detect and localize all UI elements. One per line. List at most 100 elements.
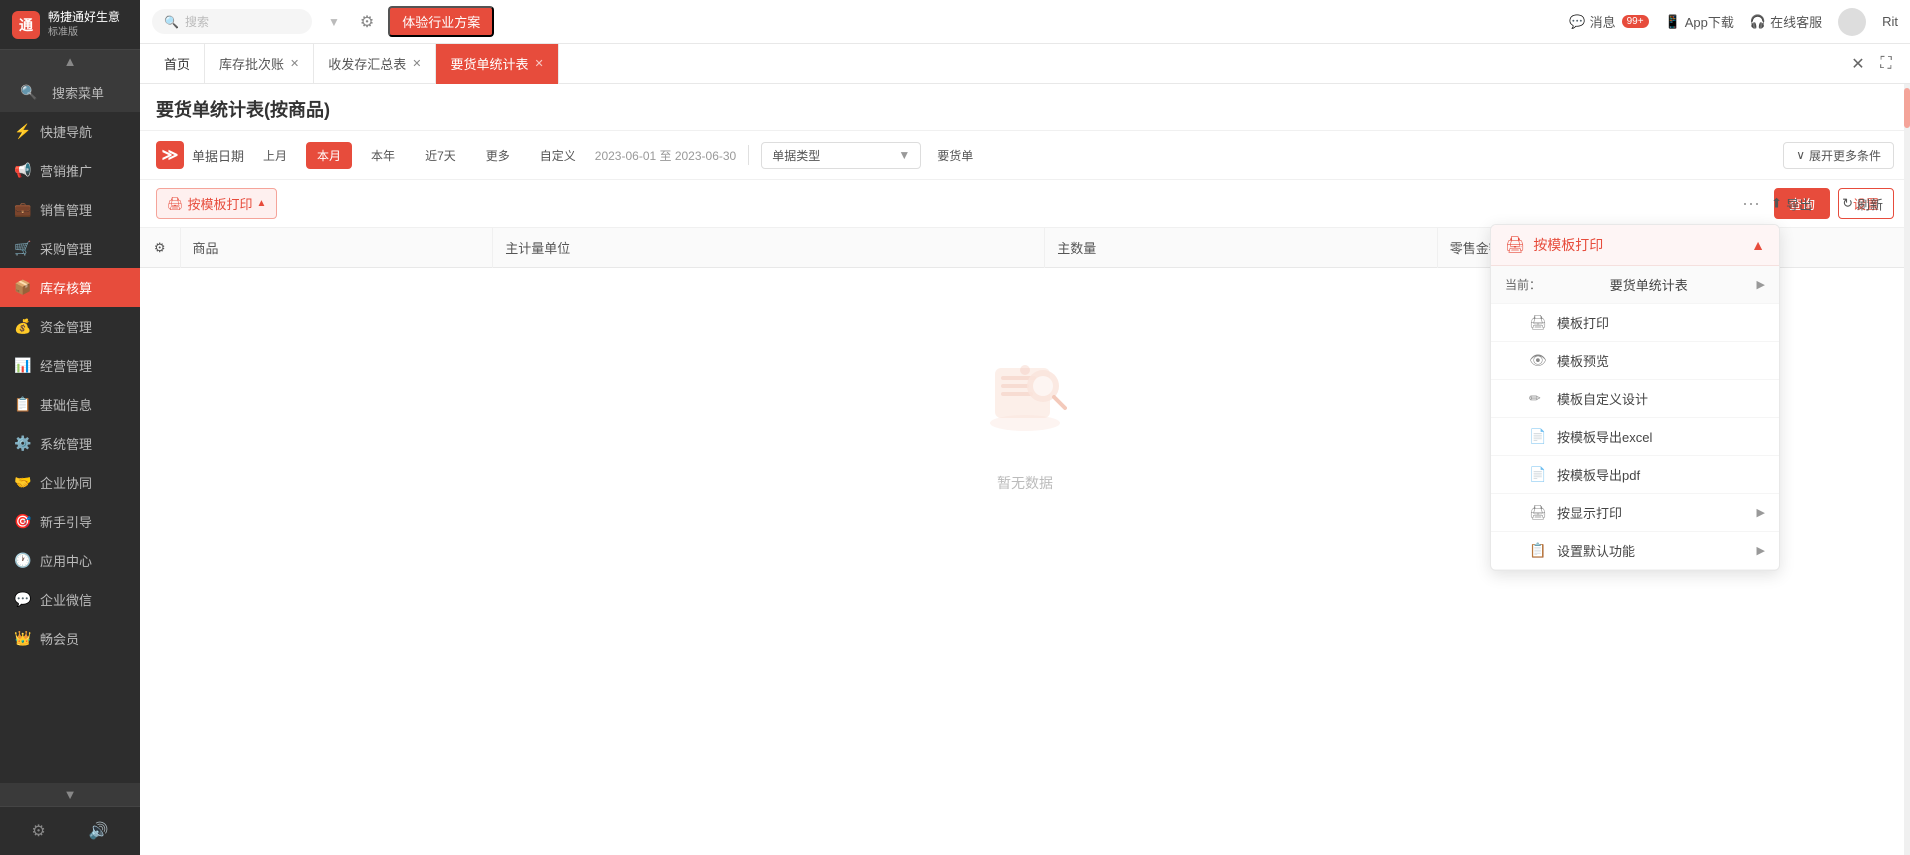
sidebar-settings-icon[interactable]: ⚙ <box>27 817 49 845</box>
sidebar-item-label: 采购管理 <box>40 239 92 258</box>
template-export-excel-item[interactable]: 📄 按模板导出excel <box>1491 418 1779 456</box>
date-prev-month[interactable]: 上月 <box>252 142 298 169</box>
sidebar-item-inventory[interactable]: 📦 库存核算 <box>0 268 140 307</box>
filter-toggle-button[interactable]: ≫ <box>156 141 184 169</box>
template-print-item[interactable]: 🖨 模板打印 <box>1491 304 1779 342</box>
topbar-online-service[interactable]: 🎧 在线客服 <box>1750 12 1822 31</box>
finance-icon: 💰 <box>14 318 32 336</box>
sidebar-item-sales[interactable]: 💼 销售管理 <box>0 190 140 229</box>
print-dropdown-button[interactable]: 🖨 按模板打印 ▲ <box>156 188 277 219</box>
template-export-pdf-icon: 📄 <box>1529 466 1547 483</box>
service-icon: 🎧 <box>1750 14 1766 30</box>
tab-batch-account[interactable]: 库存批次账 ✕ <box>205 44 314 84</box>
display-print-group[interactable]: 🖨 按显示打印 ▶ <box>1491 494 1779 532</box>
export-icon: ⬆ <box>1771 196 1782 212</box>
logo-icon: 通 <box>12 11 40 39</box>
tab-close-all[interactable]: ✕ <box>1844 50 1872 78</box>
sidebar-item-wechat[interactable]: 💬 企业微信 <box>0 580 140 619</box>
table-col-unit: 主计量单位 <box>493 228 1045 268</box>
sidebar-item-system[interactable]: ⚙️ 系统管理 <box>0 424 140 463</box>
tab-expand[interactable]: ⛶ <box>1872 50 1900 78</box>
more-filter-area: 要货单 <box>929 147 981 164</box>
system-icon: ⚙️ <box>14 435 32 453</box>
template-preview-item[interactable]: 👁 模板预览 <box>1491 342 1779 380</box>
avatar[interactable] <box>1838 8 1866 36</box>
tab-batch-account-close[interactable]: ✕ <box>290 57 299 70</box>
default-func-group[interactable]: 📋 设置默认功能 ▶ <box>1491 532 1779 570</box>
sidebar-item-quick-nav[interactable]: ⚡ 快捷导航 <box>0 112 140 151</box>
export-button[interactable]: ⬆ 导出 <box>1760 188 1823 219</box>
tab-receipt-summary-close[interactable]: ✕ <box>412 57 421 70</box>
column-settings-icon[interactable]: ⚙ <box>154 240 166 255</box>
default-func-chevron: ▶ <box>1757 544 1765 557</box>
sidebar-item-purchase[interactable]: 🛒 采购管理 <box>0 229 140 268</box>
logo-text: 畅捷通好生意 标准版 <box>48 10 120 39</box>
sidebar-speaker-icon[interactable]: 🔊 <box>85 817 113 845</box>
tab-receipt-summary-label: 收发存汇总表 <box>328 54 406 73</box>
date-this-year[interactable]: 本年 <box>360 142 406 169</box>
date-more[interactable]: 更多 <box>475 142 521 169</box>
sidebar-item-guide[interactable]: 🎯 新手引导 <box>0 502 140 541</box>
sidebar-item-label: 经营管理 <box>40 356 92 375</box>
default-func-icon: 📋 <box>1529 542 1547 559</box>
refresh-button[interactable]: ↻ 刷新 <box>1831 188 1894 219</box>
template-preview-icon: 👁 <box>1529 352 1547 369</box>
sidebar-item-finance[interactable]: 💰 资金管理 <box>0 307 140 346</box>
sidebar-item-marketing[interactable]: 📢 营销推广 <box>0 151 140 190</box>
print-menu-current-arrow: ▶ <box>1757 278 1765 291</box>
order-type-select[interactable]: 单据类型 ▼ <box>761 142 921 169</box>
sidebar-search-label: 搜索菜单 <box>52 83 104 102</box>
template-design-item[interactable]: ✏ 模板自定义设计 <box>1491 380 1779 418</box>
display-print-icon: 🖨 <box>1529 504 1547 521</box>
date-last-7-days[interactable]: 近7天 <box>414 142 467 169</box>
table-col-quantity: 主数量 <box>1045 228 1438 268</box>
filter-separator <box>748 145 749 165</box>
topbar-dropdown-arrow[interactable]: ▼ <box>322 13 346 31</box>
topbar-search[interactable]: 🔍 搜索 <box>152 9 312 34</box>
print-icon: 🖨 <box>167 196 184 212</box>
date-custom[interactable]: 自定义 <box>529 142 587 169</box>
table-col-settings[interactable]: ⚙ <box>140 228 180 268</box>
purchase-icon: 🛒 <box>14 240 32 258</box>
topbar-gear-icon[interactable]: ⚙ <box>360 12 374 32</box>
sidebar-item-search[interactable]: 🔍 搜索菜单 <box>0 73 140 112</box>
sidebar-scroll-down[interactable]: ▼ <box>0 783 140 806</box>
topbar-message[interactable]: 💬 消息 99+ <box>1569 12 1648 31</box>
quick-nav-icon: ⚡ <box>14 123 32 141</box>
sidebar-scroll-up[interactable]: ▲ <box>0 50 140 73</box>
print-menu-close-chevron[interactable]: ▲ <box>1751 237 1765 253</box>
sidebar-item-appstore[interactable]: 🕐 应用中心 <box>0 541 140 580</box>
tabs-bar: 首页 库存批次账 ✕ 收发存汇总表 ✕ 要货单统计表 ✕ ✕ ⛶ <box>140 44 1910 84</box>
sidebar-item-vip[interactable]: 👑 畅会员 <box>0 619 140 658</box>
tab-receipt-summary[interactable]: 收发存汇总表 ✕ <box>314 44 436 84</box>
tab-order-stats[interactable]: 要货单统计表 ✕ <box>436 44 558 84</box>
date-this-month[interactable]: 本月 <box>306 142 352 169</box>
sidebar-item-label: 销售管理 <box>40 200 92 219</box>
guide-icon: 🎯 <box>14 513 32 531</box>
sidebar: 通 畅捷通好生意 标准版 ▲ 🔍 搜索菜单 ⚡ 快捷导航 📢 营销推广 💼 销售… <box>0 0 140 855</box>
sidebar-item-label: 新手引导 <box>40 512 92 531</box>
expand-conditions-button[interactable]: ∨ 展开更多条件 <box>1783 142 1894 169</box>
topbar-promo-button[interactable]: 体验行业方案 <box>388 6 494 37</box>
print-menu-current-item[interactable]: 当前： 要货单统计表 ▶ <box>1491 266 1779 304</box>
appstore-icon: 🕐 <box>14 552 32 570</box>
print-label: 按模板打印 <box>188 194 253 213</box>
template-export-excel-icon: 📄 <box>1529 428 1547 445</box>
print-menu-header[interactable]: 🖨 按模板打印 ▲ <box>1491 225 1779 266</box>
topbar-app-download[interactable]: 📱 App下载 <box>1665 12 1734 31</box>
collab-icon: 🤝 <box>14 474 32 492</box>
sidebar-item-label: 畅会员 <box>40 629 79 648</box>
print-dropdown-arrow: ▲ <box>257 198 267 209</box>
topbar: 🔍 搜索 ▼ ⚙ 体验行业方案 💬 消息 99+ 📱 App下载 🎧 在线客服 … <box>140 0 1910 44</box>
tab-order-stats-close[interactable]: ✕ <box>535 57 544 70</box>
filter-bar: ≫ 单据日期 上月 本月 本年 近7天 更多 自定义 2023-06-01 至 … <box>140 131 1910 180</box>
template-export-pdf-item[interactable]: 📄 按模板导出pdf <box>1491 456 1779 494</box>
sidebar-item-basic[interactable]: 📋 基础信息 <box>0 385 140 424</box>
tab-home[interactable]: 首页 <box>148 44 205 84</box>
search-icon: 🔍 <box>20 84 38 102</box>
refresh-icon: ↻ <box>1842 196 1853 212</box>
right-scrollbar[interactable] <box>1904 84 1910 855</box>
app-download-icon: 📱 <box>1665 14 1681 30</box>
sidebar-item-operation[interactable]: 📊 经营管理 <box>0 346 140 385</box>
sidebar-item-collab[interactable]: 🤝 企业协同 <box>0 463 140 502</box>
